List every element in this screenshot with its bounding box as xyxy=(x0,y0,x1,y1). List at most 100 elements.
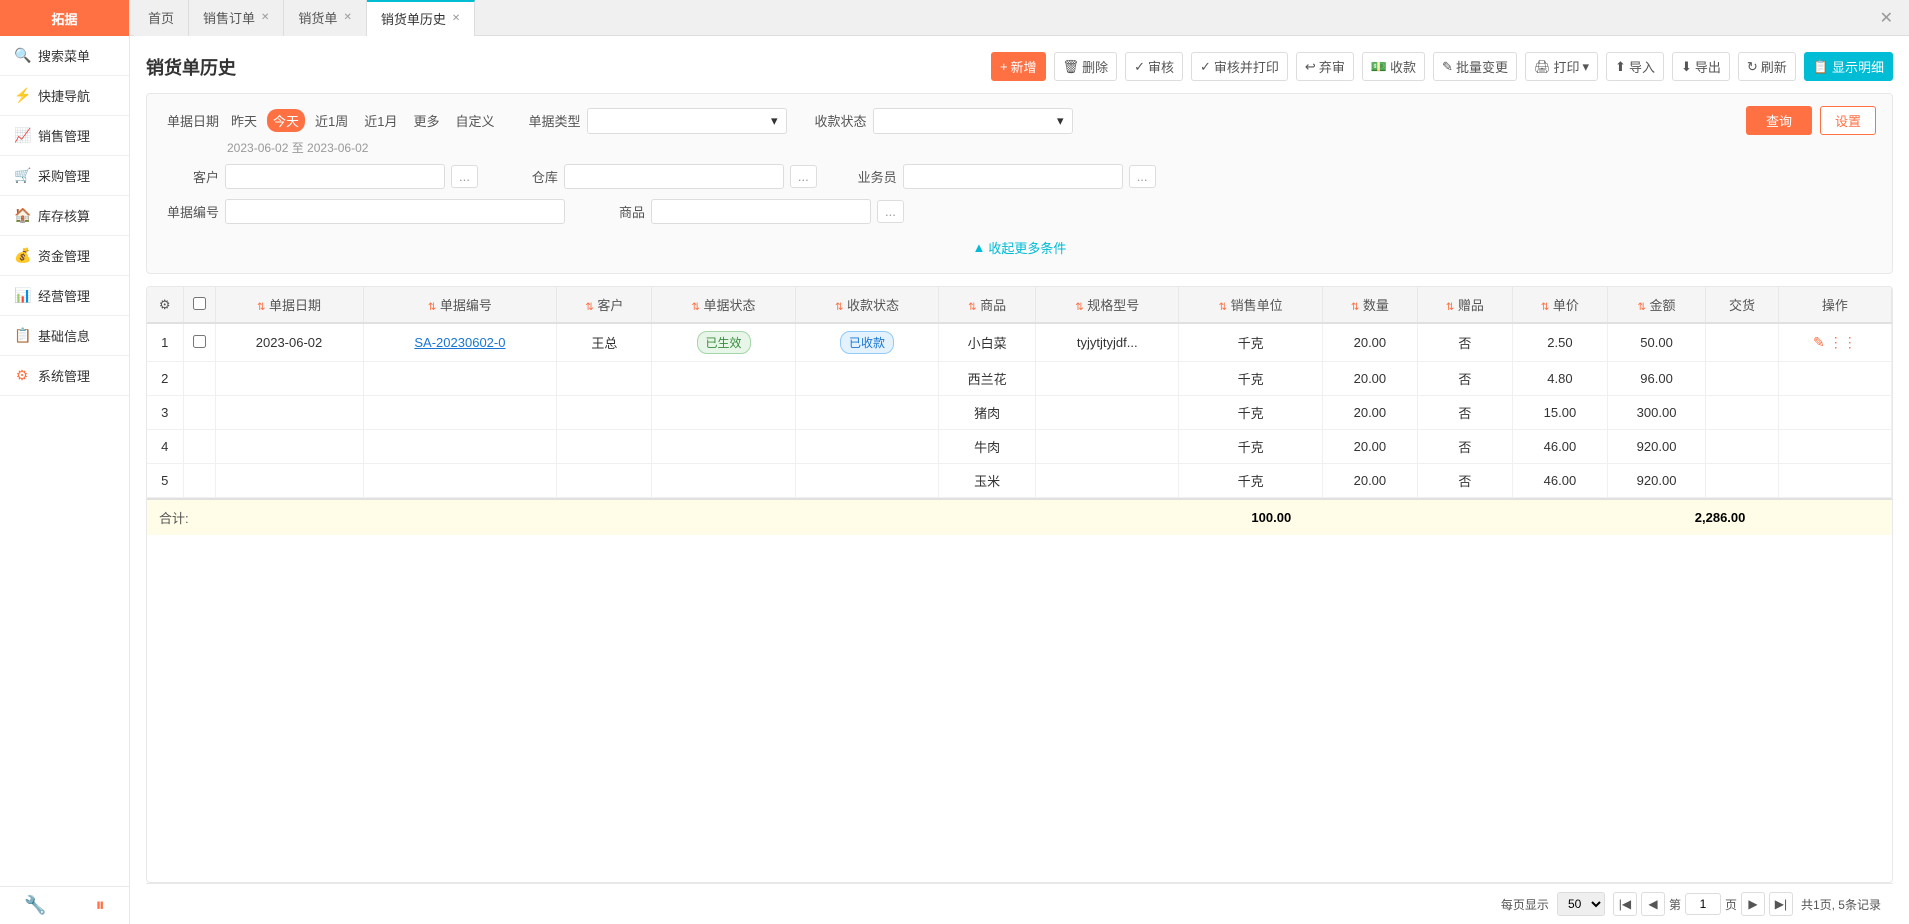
sidebar-item-search[interactable]: 🔍 搜索菜单 xyxy=(0,36,129,76)
cell-customer-4 xyxy=(557,464,652,498)
customer-label: 客户 xyxy=(163,167,219,186)
col-customer[interactable]: ⇅ 客户 xyxy=(557,287,652,323)
tab-bar: 首页 销售订单 ✕ 销货单 ✕ 销货单历史 ✕ ✕ xyxy=(130,0,1909,36)
sidebar-item-operations[interactable]: 📊 经营管理 xyxy=(0,276,129,316)
sidebar-item-inventory[interactable]: 🏠 库存核算 xyxy=(0,196,129,236)
cell-qty-0: 20.00 xyxy=(1322,323,1417,362)
col-spec[interactable]: ⇅ 规格型号 xyxy=(1036,287,1179,323)
abandon-button[interactable]: ↩ 弃审 xyxy=(1296,52,1354,81)
per-page-select[interactable]: 50 xyxy=(1557,892,1605,916)
shortcut-today[interactable]: 今天 xyxy=(267,109,305,132)
batch-change-button[interactable]: ✎ 批量变更 xyxy=(1433,52,1517,81)
refresh-button[interactable]: ↻ 刷新 xyxy=(1738,52,1796,81)
col-docno[interactable]: ⇅ 单据编号 xyxy=(363,287,557,323)
tab-bar-close-btn[interactable]: ✕ xyxy=(1868,8,1905,28)
sidebar-pause-btn[interactable]: ⏸ xyxy=(96,895,105,916)
customer-ellipsis[interactable]: ... xyxy=(451,165,478,188)
cell-checkbox-4[interactable] xyxy=(183,464,215,498)
cell-checkbox-2[interactable] xyxy=(183,396,215,430)
cell-docno-3[interactable] xyxy=(363,430,557,464)
prev-page-btn[interactable]: ◀ xyxy=(1641,892,1665,916)
col-amount[interactable]: ⇅ 金额 xyxy=(1607,287,1705,323)
sidebar-item-purchase[interactable]: 🛒 采购管理 xyxy=(0,156,129,196)
col-gift[interactable]: ⇅ 赠品 xyxy=(1417,287,1512,323)
col-checkbox[interactable] xyxy=(183,287,215,323)
edit-icon[interactable]: ✎ xyxy=(1813,334,1825,350)
goods-col-sort-icon: ⇅ xyxy=(968,302,976,313)
goods-ellipsis[interactable]: ... xyxy=(877,200,904,223)
amount-col-sort-icon: ⇅ xyxy=(1638,302,1646,313)
select-all-checkbox[interactable] xyxy=(193,297,206,310)
col-qty[interactable]: ⇅ 数量 xyxy=(1322,287,1417,323)
shortcut-more[interactable]: 更多 xyxy=(408,109,446,132)
sidebar-item-finance[interactable]: 💰 资金管理 xyxy=(0,236,129,276)
col-unit[interactable]: ⇅ 销售单位 xyxy=(1179,287,1322,323)
cell-docno-0[interactable]: SA-20230602-0 xyxy=(363,323,557,362)
sidebar-item-sales[interactable]: 📈 销售管理 xyxy=(0,116,129,156)
col-docstatus[interactable]: ⇅ 单据状态 xyxy=(652,287,795,323)
sidebar-settings-btn[interactable]: 🔧 xyxy=(24,895,46,916)
data-table: ⚙ ⇅ 单据日期 ⇅ 单据编号 xyxy=(147,287,1892,498)
tab-sales-history[interactable]: 销货单历史 ✕ xyxy=(367,0,475,36)
page-label: 第 xyxy=(1669,896,1681,913)
set-button[interactable]: 设置 xyxy=(1820,106,1876,135)
query-button[interactable]: 查询 xyxy=(1746,106,1812,135)
cell-checkbox-0[interactable] xyxy=(183,323,215,362)
show-detail-button[interactable]: 📋 显示明细 xyxy=(1804,52,1893,81)
more-icon[interactable]: ⋮⋮ xyxy=(1829,334,1857,350)
customer-input[interactable] xyxy=(225,164,445,189)
audit-button[interactable]: ✓ 审核 xyxy=(1125,52,1183,81)
cell-rownum-3: 4 xyxy=(147,430,183,464)
col-settings[interactable]: ⚙ xyxy=(147,287,183,323)
cell-docstatus-3 xyxy=(652,430,795,464)
cell-rownum-2: 3 xyxy=(147,396,183,430)
tab-sales-delivery-close[interactable]: ✕ xyxy=(343,12,351,23)
collect-select[interactable]: ▾ xyxy=(873,108,1073,134)
tab-sales-order[interactable]: 销售订单 ✕ xyxy=(189,0,284,36)
import-button[interactable]: ⬆ 导入 xyxy=(1606,52,1664,81)
cell-date-2 xyxy=(215,396,363,430)
last-page-btn[interactable]: ▶| xyxy=(1769,892,1793,916)
agent-input[interactable] xyxy=(903,164,1123,189)
delete-button[interactable]: 🗑 删除 xyxy=(1054,52,1118,81)
doctype-select[interactable]: ▾ xyxy=(587,108,787,134)
audit-print-button[interactable]: ✓ 审核并打印 xyxy=(1191,52,1288,81)
tab-sales-delivery[interactable]: 销货单 ✕ xyxy=(284,0,366,36)
shortcut-last1m[interactable]: 近1月 xyxy=(358,109,403,132)
tab-home[interactable]: 首页 xyxy=(134,0,189,36)
next-page-btn[interactable]: ▶ xyxy=(1741,892,1765,916)
page-nav: |◀ ◀ 第 页 ▶ ▶| xyxy=(1613,892,1793,916)
collect-button[interactable]: 💵 收款 xyxy=(1362,52,1425,81)
cell-checkbox-1[interactable] xyxy=(183,362,215,396)
cell-docno-4[interactable] xyxy=(363,464,557,498)
export-button[interactable]: ⬇ 导出 xyxy=(1672,52,1730,81)
shortcut-last7[interactable]: 近1周 xyxy=(309,109,354,132)
col-goods[interactable]: ⇅ 商品 xyxy=(939,287,1036,323)
delete-icon: 🗑 xyxy=(1063,59,1080,75)
shortcut-custom[interactable]: 自定义 xyxy=(450,109,501,132)
tab-sales-order-close[interactable]: ✕ xyxy=(261,12,269,23)
cell-checkbox-3[interactable] xyxy=(183,430,215,464)
cell-action-0: ✎⋮⋮ xyxy=(1778,323,1891,362)
col-date[interactable]: ⇅ 单据日期 xyxy=(215,287,363,323)
table-header-row: ⚙ ⇅ 单据日期 ⇅ 单据编号 xyxy=(147,287,1892,323)
col-paystatus[interactable]: ⇅ 收款状态 xyxy=(795,287,938,323)
docno-input[interactable] xyxy=(225,199,565,224)
first-page-btn[interactable]: |◀ xyxy=(1613,892,1637,916)
tab-sales-history-close[interactable]: ✕ xyxy=(452,13,460,24)
collapse-btn[interactable]: ▲ 收起更多条件 xyxy=(163,234,1876,261)
page-input[interactable] xyxy=(1685,893,1721,915)
new-button[interactable]: + 新增 xyxy=(991,52,1046,81)
warehouse-ellipsis[interactable]: ... xyxy=(790,165,817,188)
warehouse-input[interactable] xyxy=(564,164,784,189)
col-unitprice[interactable]: ⇅ 单价 xyxy=(1512,287,1607,323)
agent-ellipsis[interactable]: ... xyxy=(1129,165,1156,188)
goods-input[interactable] xyxy=(651,199,871,224)
cell-docno-1[interactable] xyxy=(363,362,557,396)
print-button[interactable]: 🖨 打印 ▾ xyxy=(1525,52,1598,81)
shortcut-yesterday[interactable]: 昨天 xyxy=(225,109,263,132)
sidebar-item-quick[interactable]: ⚡ 快捷导航 xyxy=(0,76,129,116)
sidebar-item-basic[interactable]: 📋 基础信息 xyxy=(0,316,129,356)
sidebar-item-system[interactable]: ⚙ 系统管理 xyxy=(0,356,129,396)
cell-docno-2[interactable] xyxy=(363,396,557,430)
